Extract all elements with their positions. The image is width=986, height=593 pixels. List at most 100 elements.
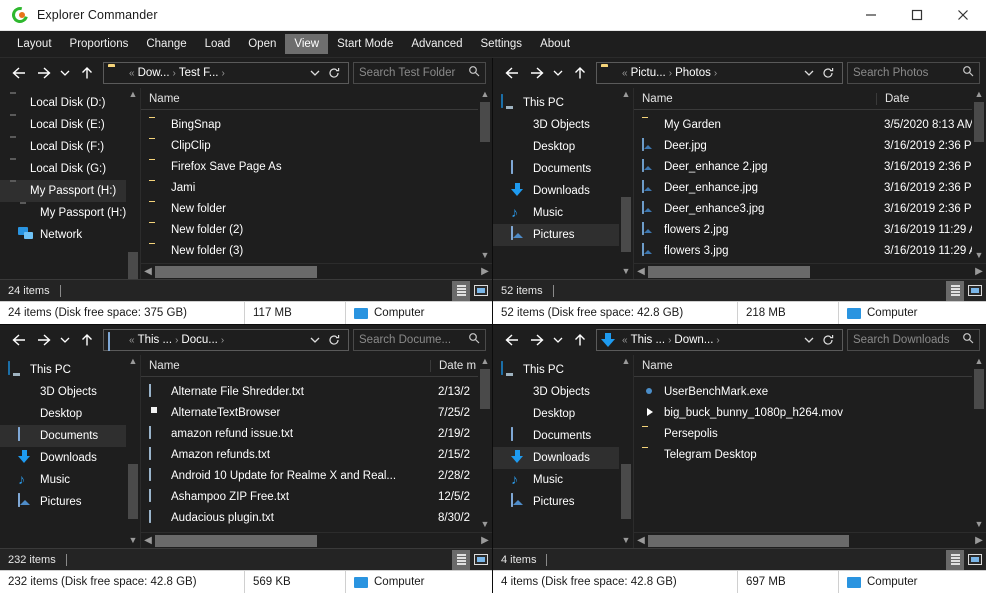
sidebar-item-music[interactable]: ♪ Music [0, 469, 140, 491]
scroll-right-icon[interactable]: ▶ [972, 266, 986, 277]
sidebar-item-my-passport-h[interactable]: My Passport (H:) [0, 180, 140, 202]
file-row[interactable]: New folder (2) [141, 219, 492, 240]
thumbnail-view-button[interactable] [966, 281, 984, 301]
sidebar-item-pictures[interactable]: Pictures [493, 224, 633, 246]
menu-item-about[interactable]: About [531, 34, 579, 54]
breadcrumb-segment[interactable]: Pictu... [631, 67, 666, 79]
thumbnail-view-button[interactable] [472, 281, 490, 301]
details-view-button[interactable] [452, 549, 470, 570]
breadcrumb-dropdown-icon[interactable] [800, 69, 818, 77]
sidebar-item-3d-objects[interactable]: 3D Objects [493, 114, 633, 136]
file-row[interactable]: New folder (3) [141, 240, 492, 261]
breadcrumb-bar-pane-1[interactable]: «Dow... › Test F... › [103, 62, 349, 84]
sidebar-item-local-disk-d[interactable]: Local Disk (D:) [0, 92, 140, 114]
breadcrumb-dropdown-icon[interactable] [306, 69, 324, 77]
forward-button[interactable] [31, 328, 56, 352]
sidebar-item-3d-objects[interactable]: 3D Objects [493, 381, 633, 403]
recent-locations-button[interactable] [549, 61, 567, 85]
sidebar-item-downloads[interactable]: Downloads [0, 447, 140, 469]
file-row[interactable]: Ashampoo ZIP Free.txt 12/5/2 [141, 486, 492, 507]
file-row[interactable]: big_buck_bunny_1080p_h264.mov [634, 402, 986, 423]
search-input-pane-2[interactable]: Search Photos [847, 62, 980, 84]
sidebar-item-local-disk-g[interactable]: Local Disk (G:) [0, 158, 140, 180]
file-row[interactable]: Alternate File Shredder.txt 2/13/2 [141, 381, 492, 402]
sidebar-item-documents[interactable]: Documents [0, 425, 140, 447]
file-row[interactable]: Deer.jpg 3/16/2019 2:36 PM [634, 135, 986, 156]
file-row[interactable]: flowers 2.jpg 3/16/2019 11:29 AM [634, 219, 986, 240]
up-button[interactable] [74, 61, 99, 85]
breadcrumb-segment[interactable]: Photos [675, 67, 711, 79]
file-list-scrollbar-horizontal[interactable]: ◀ ▶ [634, 532, 986, 548]
sidebar-item-documents[interactable]: Documents [493, 425, 633, 447]
scroll-down-icon[interactable]: ▼ [975, 518, 984, 532]
file-row[interactable]: amazon refund issue.txt 2/19/2 [141, 423, 492, 444]
recent-locations-button[interactable] [549, 328, 567, 352]
scroll-up-icon[interactable]: ▲ [129, 88, 138, 102]
search-icon[interactable] [468, 64, 480, 82]
thumbnail-view-button[interactable] [966, 550, 984, 570]
column-header-name[interactable]: Name [634, 360, 986, 372]
breadcrumb-segment[interactable]: This ... [138, 334, 173, 346]
scroll-up-icon[interactable]: ▲ [129, 355, 138, 369]
file-row[interactable]: Persepolis [634, 423, 986, 444]
menu-item-settings[interactable]: Settings [472, 34, 532, 54]
recent-locations-button[interactable] [56, 328, 74, 352]
file-row[interactable]: ClipClip [141, 135, 492, 156]
scroll-up-icon[interactable]: ▲ [975, 355, 984, 369]
sidebar-item-documents[interactable]: Documents [493, 158, 633, 180]
sidebar-item-music[interactable]: ♪ Music [493, 202, 633, 224]
file-list-scrollbar-horizontal[interactable]: ◀ ▶ [634, 263, 986, 279]
file-list-scrollbar-vertical[interactable]: ▲ ▼ [478, 88, 492, 263]
scroll-left-icon[interactable]: ◀ [141, 266, 155, 277]
menu-item-change[interactable]: Change [137, 34, 195, 54]
file-list-scrollbar-horizontal[interactable]: ◀ ▶ [141, 532, 492, 548]
menu-item-view[interactable]: View [285, 34, 329, 54]
back-button[interactable] [499, 61, 524, 85]
breadcrumb-segment[interactable]: This ... [631, 334, 666, 346]
breadcrumb-bar-pane-2[interactable]: «Pictu... › Photos › [596, 62, 843, 84]
menu-item-advanced[interactable]: Advanced [402, 34, 471, 54]
scroll-right-icon[interactable]: ▶ [972, 535, 986, 546]
up-button[interactable] [74, 328, 99, 352]
file-row[interactable]: Deer_enhance3.jpg 3/16/2019 2:36 PM [634, 198, 986, 219]
refresh-icon[interactable] [324, 334, 344, 346]
menu-item-layout[interactable]: Layout [8, 34, 61, 54]
up-button[interactable] [567, 61, 592, 85]
column-header-name[interactable]: Name [634, 93, 876, 105]
scroll-up-icon[interactable]: ▲ [622, 88, 631, 102]
forward-button[interactable] [31, 61, 56, 85]
back-button[interactable] [6, 328, 31, 352]
breadcrumb-bar-pane-4[interactable]: «This ... › Down... › [596, 329, 843, 351]
file-list-scrollbar-vertical[interactable]: ▲ ▼ [972, 88, 986, 263]
details-view-button[interactable] [452, 280, 470, 301]
file-row[interactable]: Jami [141, 177, 492, 198]
search-icon[interactable] [962, 331, 974, 349]
menu-item-proportions[interactable]: Proportions [61, 34, 138, 54]
sidebar-item-local-disk-e[interactable]: Local Disk (E:) [0, 114, 140, 136]
thumbnail-view-button[interactable] [472, 550, 490, 570]
sidebar-item-downloads[interactable]: Downloads [493, 180, 633, 202]
file-row[interactable]: UserBenchMark.exe [634, 381, 986, 402]
scroll-up-icon[interactable]: ▲ [622, 355, 631, 369]
sidebar-item-my-passport-h[interactable]: My Passport (H:) [0, 202, 140, 224]
sidebar-item-network[interactable]: Network [0, 224, 140, 246]
scroll-right-icon[interactable]: ▶ [478, 266, 492, 277]
sidebar-item-desktop[interactable]: Desktop [0, 403, 140, 425]
sidebar-item-3d-objects[interactable]: 3D Objects [0, 381, 140, 403]
up-button[interactable] [567, 328, 592, 352]
breadcrumb-overflow-icon[interactable]: « [622, 335, 628, 346]
refresh-icon[interactable] [818, 334, 838, 346]
menu-item-load[interactable]: Load [196, 34, 240, 54]
sidebar-item-this-pc[interactable]: This PC [493, 92, 633, 114]
file-row[interactable]: My Garden 3/5/2020 8:13 AM [634, 114, 986, 135]
back-button[interactable] [499, 328, 524, 352]
breadcrumb-segment[interactable]: Test F... [179, 67, 219, 79]
scroll-right-icon[interactable]: ▶ [478, 535, 492, 546]
sidebar-item-desktop[interactable]: Desktop [493, 136, 633, 158]
back-button[interactable] [6, 61, 31, 85]
sidebar-item-this-pc[interactable]: This PC [0, 359, 140, 381]
scroll-up-icon[interactable]: ▲ [975, 88, 984, 102]
details-view-button[interactable] [946, 549, 964, 570]
scroll-down-icon[interactable]: ▼ [622, 265, 631, 279]
scroll-left-icon[interactable]: ◀ [634, 535, 648, 546]
